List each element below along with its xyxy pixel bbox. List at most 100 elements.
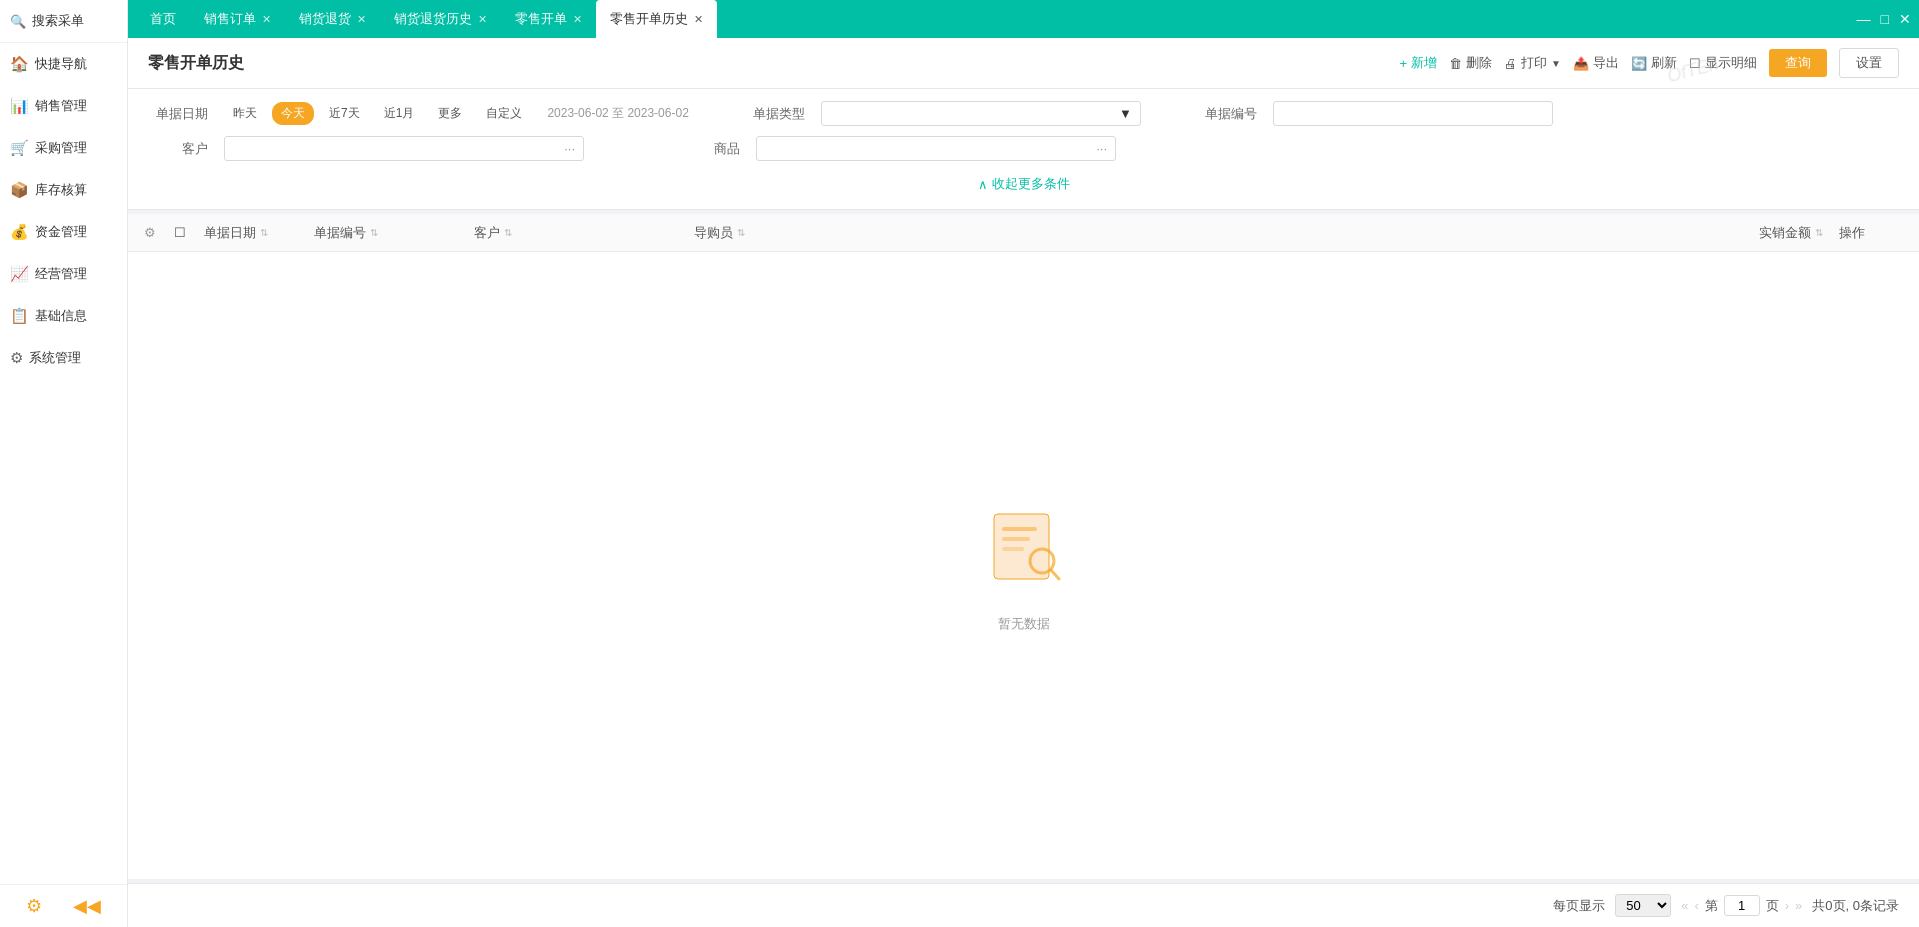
col-date[interactable]: 单据日期 ⇅ <box>196 224 306 242</box>
tab-retail-open-close[interactable]: ✕ <box>573 13 582 26</box>
settings-footer-icon[interactable]: ⚙ <box>26 895 42 917</box>
col-date-sort-icon: ⇅ <box>260 227 268 238</box>
purchase-icon: 🛒 <box>10 139 29 157</box>
customer-label: 客户 <box>148 140 208 158</box>
sidebar-item-system-mgmt[interactable]: ⚙ 系统管理 <box>0 337 127 379</box>
print-dropdown-icon: ▼ <box>1551 58 1561 69</box>
inventory-icon: 📦 <box>10 181 29 199</box>
sidebar-item-purchase-mgmt[interactable]: 🛒 采购管理 <box>0 127 127 169</box>
customer-more-icon[interactable]: ··· <box>564 141 575 156</box>
window-maximize-icon[interactable]: □ <box>1881 11 1889 27</box>
sidebar-item-finance[interactable]: 💰 资金管理 <box>0 211 127 253</box>
col-salesperson-sort-icon: ⇅ <box>737 227 745 238</box>
sidebar-item-inventory[interactable]: 📦 库存核算 <box>0 169 127 211</box>
collapse-up-icon: ∧ <box>978 177 988 192</box>
bill-no-label: 单据编号 <box>1197 105 1257 123</box>
goods-label: 商品 <box>680 140 740 158</box>
per-page-select[interactable]: 50 100 200 <box>1615 894 1671 917</box>
tab-sales-return-close[interactable]: ✕ <box>357 13 366 26</box>
sidebar-label-basic-info: 基础信息 <box>35 307 87 325</box>
first-page-btn[interactable]: « <box>1681 898 1688 913</box>
col-customer-label: 客户 <box>474 224 500 242</box>
goods-more-icon[interactable]: ··· <box>1096 141 1107 156</box>
tab-sales-order-close[interactable]: ✕ <box>262 13 271 26</box>
print-button[interactable]: 🖨 打印 ▼ <box>1504 54 1561 72</box>
col-billno[interactable]: 单据编号 ⇅ <box>306 224 466 242</box>
tab-retail-open[interactable]: 零售开单 ✕ <box>501 0 596 38</box>
bill-type-select[interactable]: ▼ <box>821 101 1141 126</box>
tab-retail-history-label: 零售开单历史 <box>610 10 688 28</box>
date-btn-custom[interactable]: 自定义 <box>477 102 531 125</box>
date-btn-today[interactable]: 今天 <box>272 102 314 125</box>
tab-retail-open-label: 零售开单 <box>515 10 567 28</box>
page-input[interactable] <box>1724 895 1760 916</box>
add-button[interactable]: + 新增 <box>1400 54 1438 72</box>
customer-select[interactable]: ··· <box>224 136 584 161</box>
page-title: 零售开单历史 <box>148 53 244 74</box>
sidebar-item-basic-info[interactable]: 📋 基础信息 <box>0 295 127 337</box>
sidebar-footer: ⚙ ◀◀ <box>0 884 127 927</box>
tab-home[interactable]: 首页 <box>136 0 190 38</box>
per-page-label: 每页显示 <box>1553 897 1605 915</box>
collapse-filter-button[interactable]: ∧ 收起更多条件 <box>148 171 1899 197</box>
export-button[interactable]: 📤 导出 <box>1573 54 1619 72</box>
collapse-label: 收起更多条件 <box>992 175 1070 193</box>
date-btn-7days[interactable]: 近7天 <box>320 102 369 125</box>
next-page-btn[interactable]: › <box>1785 898 1789 913</box>
svg-rect-1 <box>1002 527 1037 531</box>
sidebar-item-sales-mgmt[interactable]: 📊 销售管理 <box>0 85 127 127</box>
operation-icon: 📈 <box>10 265 29 283</box>
table-body: 暂无数据 <box>128 252 1919 879</box>
display-detail-button[interactable]: ☐ 显示明细 <box>1689 54 1757 72</box>
settings-button[interactable]: 设置 <box>1839 48 1899 78</box>
sidebar-label-system-mgmt: 系统管理 <box>29 349 81 367</box>
sidebar-item-quick-nav[interactable]: 🏠 快捷导航 <box>0 43 127 85</box>
table-area: ⚙ ☐ 单据日期 ⇅ 单据编号 ⇅ 客户 ⇅ 导购员 ⇅ <box>128 214 1919 879</box>
tab-sales-return-history-close[interactable]: ✕ <box>478 13 487 26</box>
col-amount[interactable]: 实销金额 ⇅ <box>806 224 1831 242</box>
select-all-checkbox[interactable]: ☐ <box>166 225 196 240</box>
sidebar-search-item[interactable]: 🔍 搜索采单 <box>0 0 127 43</box>
collapse-sidebar-icon[interactable]: ◀◀ <box>73 895 101 917</box>
window-close-icon[interactable]: ✕ <box>1899 11 1911 27</box>
page-label: 第 <box>1705 897 1718 915</box>
tab-retail-history[interactable]: 零售开单历史 ✕ <box>596 0 717 38</box>
col-date-label: 单据日期 <box>204 224 256 242</box>
col-salesperson[interactable]: 导购员 ⇅ <box>686 224 806 242</box>
refresh-label: 刷新 <box>1651 54 1677 72</box>
col-customer[interactable]: 客户 ⇅ <box>466 224 686 242</box>
search-icon: 🔍 <box>10 14 26 29</box>
sidebar-nav: 🏠 快捷导航 📊 销售管理 🛒 采购管理 📦 库存核算 💰 资金管理 📈 经营管… <box>0 43 127 884</box>
tab-sales-return-history[interactable]: 销货退货历史 ✕ <box>380 0 501 38</box>
tab-sales-return-label: 销货退货 <box>299 10 351 28</box>
sidebar-item-operation[interactable]: 📈 经营管理 <box>0 253 127 295</box>
page-header: 零售开单历史 + 新增 🗑 删除 🖨 打印 ▼ 📤 导出 <box>128 38 1919 89</box>
date-btn-more[interactable]: 更多 <box>429 102 471 125</box>
window-minimize-icon[interactable]: — <box>1857 11 1871 27</box>
refresh-button[interactable]: 🔄 刷新 <box>1631 54 1677 72</box>
sidebar-label-operation: 经营管理 <box>35 265 87 283</box>
main-content: 首页 销售订单 ✕ 销货退货 ✕ 销货退货历史 ✕ 零售开单 ✕ 零售开单历史 … <box>128 0 1919 927</box>
date-btn-yesterday[interactable]: 昨天 <box>224 102 266 125</box>
empty-state: 暂无数据 <box>974 499 1074 633</box>
svg-rect-2 <box>1002 537 1030 541</box>
goods-select[interactable]: ··· <box>756 136 1116 161</box>
bill-no-input[interactable] <box>1273 101 1553 126</box>
query-button[interactable]: 查询 <box>1769 49 1827 77</box>
col-action: 操作 <box>1831 224 1911 242</box>
content-area: 零售开单历史 + 新增 🗑 删除 🖨 打印 ▼ 📤 导出 <box>128 38 1919 927</box>
last-page-btn[interactable]: » <box>1795 898 1802 913</box>
tab-sales-return[interactable]: 销货退货 ✕ <box>285 0 380 38</box>
prev-page-btn[interactable]: ‹ <box>1694 898 1698 913</box>
delete-label: 删除 <box>1466 54 1492 72</box>
filter-row-2: 客户 ··· 商品 ··· <box>148 136 1899 161</box>
delete-button[interactable]: 🗑 删除 <box>1449 54 1492 72</box>
add-icon: + <box>1400 56 1408 71</box>
date-btn-1month[interactable]: 近1月 <box>375 102 424 125</box>
page-suffix: 页 <box>1766 897 1779 915</box>
tab-retail-history-close[interactable]: ✕ <box>694 13 703 26</box>
column-settings-icon[interactable]: ⚙ <box>136 225 166 240</box>
print-icon: 🖨 <box>1504 56 1517 71</box>
pagination: 每页显示 50 100 200 « ‹ 第 页 › » 共0页, 0条记录 <box>128 883 1919 927</box>
tab-sales-order[interactable]: 销售订单 ✕ <box>190 0 285 38</box>
